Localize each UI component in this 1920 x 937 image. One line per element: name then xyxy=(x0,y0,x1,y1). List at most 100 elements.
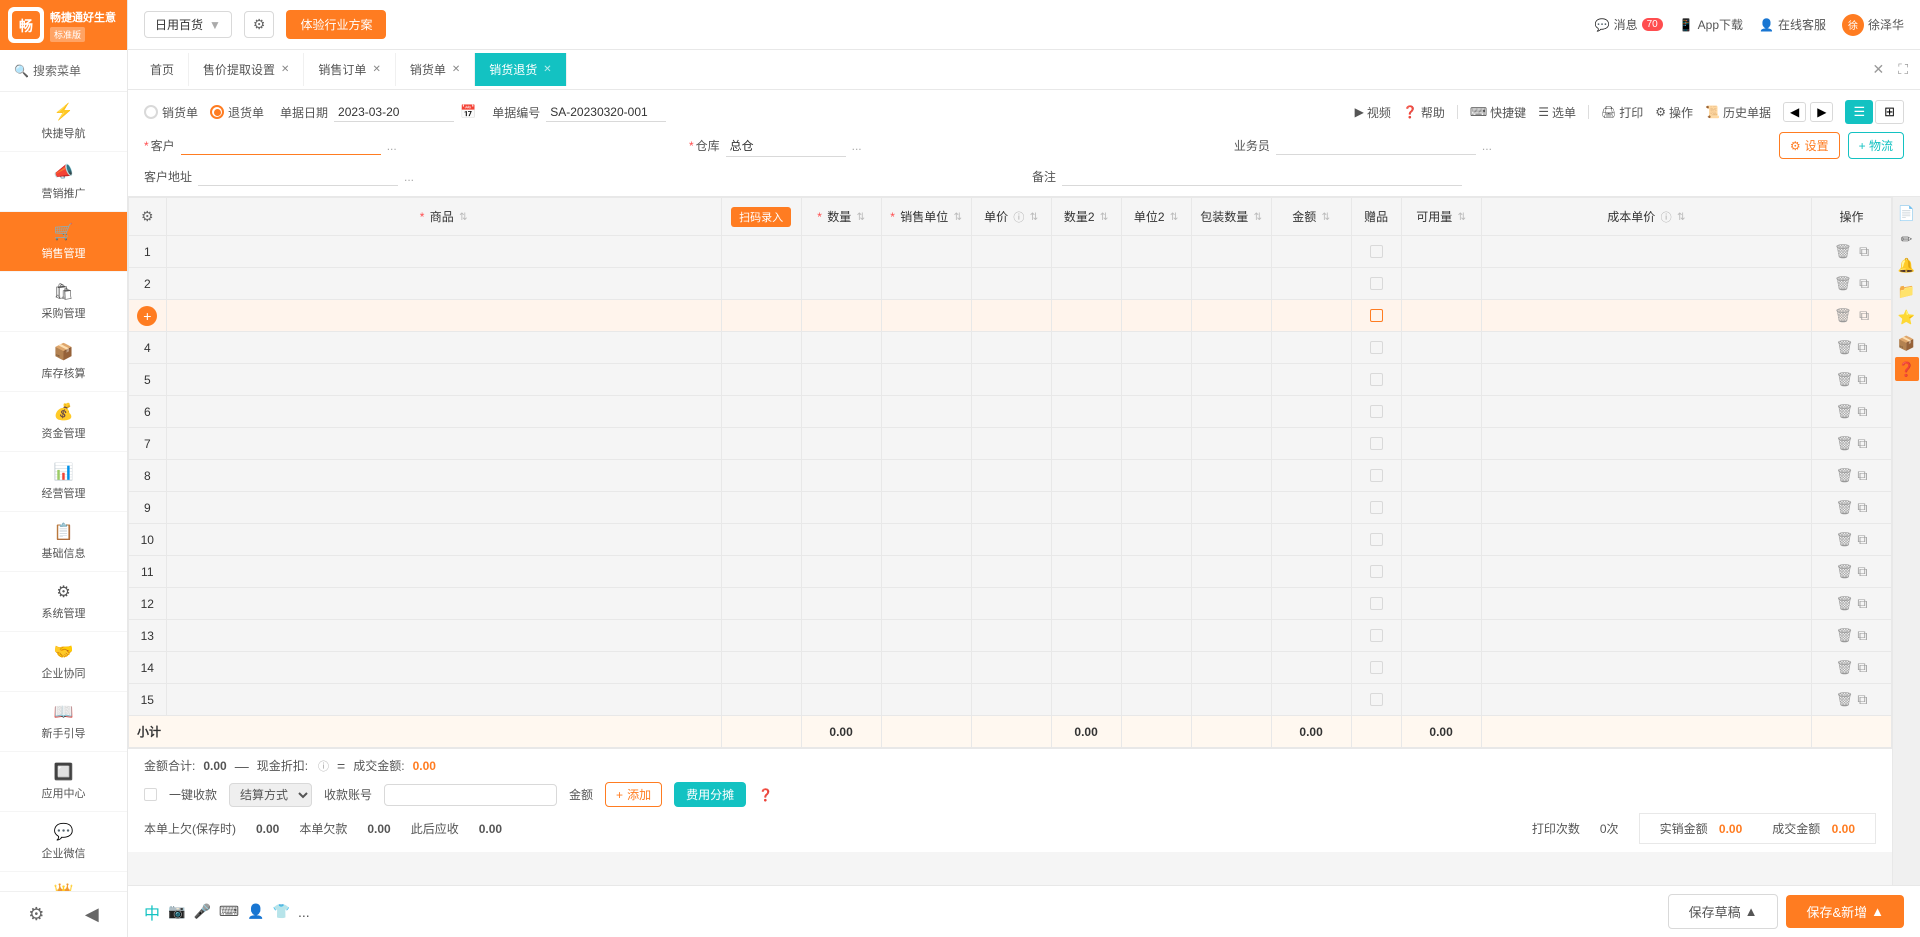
copy-row-button[interactable]: ⧉ xyxy=(1855,401,1869,422)
select-item[interactable]: ☰ 选单 xyxy=(1538,104,1576,121)
sidebar-item-finance[interactable]: 💰 资金管理 xyxy=(0,392,127,452)
gift-checkbox[interactable] xyxy=(1370,277,1383,290)
delete-row-button[interactable]: 🗑 xyxy=(1834,593,1856,614)
sort-avail-icon[interactable]: ⇅ xyxy=(1458,212,1466,223)
gift-checkbox[interactable] xyxy=(1370,533,1383,546)
sidebar-item-guide[interactable]: 📖 新手引导 xyxy=(0,692,127,752)
save-new-button[interactable]: 保存&新增 ▲ xyxy=(1786,895,1904,928)
operate-item[interactable]: ⚙ 操作 xyxy=(1655,104,1693,121)
qty-cell[interactable] xyxy=(801,236,881,268)
text-help[interactable]: ❓ 帮助 xyxy=(1403,104,1445,121)
tab-return[interactable]: 销货退货 ✕ xyxy=(475,53,566,86)
tab-home[interactable]: 首页 xyxy=(136,53,189,86)
right-sidebar-package[interactable]: 📦 xyxy=(1895,331,1919,355)
gift-checkbox[interactable] xyxy=(1370,373,1383,386)
sidebar-item-wechat[interactable]: 💬 企业微信 xyxy=(0,812,127,872)
prev-button[interactable]: ◀ xyxy=(1783,102,1806,122)
unit2-cell[interactable] xyxy=(1121,236,1191,268)
copy-row-button[interactable]: ⧉ xyxy=(1855,689,1869,710)
gift-checkbox[interactable] xyxy=(1370,597,1383,610)
copy-row-button[interactable]: ⧉ xyxy=(1855,337,1869,358)
right-sidebar-edit[interactable]: ✏ xyxy=(1895,227,1919,251)
tab-close-icon[interactable]: ✕ xyxy=(372,64,380,75)
sort-qty2-icon[interactable]: ⇅ xyxy=(1100,212,1108,223)
warehouse-value[interactable]: 总仓 xyxy=(726,135,846,157)
copy-row-button[interactable]: ⧉ xyxy=(1857,305,1871,326)
sidebar-item-quick-nav[interactable]: ⚡ 快捷导航 xyxy=(0,92,127,152)
sort-cost-icon[interactable]: ⇅ xyxy=(1677,212,1685,223)
table-view-button[interactable]: ☰ xyxy=(1845,100,1873,124)
collapse-button[interactable]: ◀ xyxy=(81,900,103,929)
tab-price-settings[interactable]: 售价提取设置 ✕ xyxy=(189,53,304,86)
delete-row-button[interactable]: 🗑 xyxy=(1834,401,1856,422)
grid-view-button[interactable]: ⊞ xyxy=(1875,100,1904,124)
gift-checkbox[interactable] xyxy=(1370,629,1383,642)
gift-checkbox[interactable] xyxy=(1370,437,1383,450)
delete-row-button[interactable]: 🗑 xyxy=(1834,369,1856,390)
salesperson-dots[interactable]: ... xyxy=(1482,139,1492,153)
calendar-icon[interactable]: 📅 xyxy=(460,104,476,120)
gift-checkbox[interactable] xyxy=(1370,501,1383,514)
category-select[interactable]: 日用百货 ▼ xyxy=(144,11,232,38)
close-tab-button[interactable]: ✕ xyxy=(1868,57,1888,82)
sort-unit2-icon[interactable]: ⇅ xyxy=(1170,212,1178,223)
add-payment-button[interactable]: + 添加 xyxy=(605,782,662,807)
gift-checkbox-active[interactable] xyxy=(1370,309,1383,322)
sidebar-item-app-center[interactable]: 🔲 应用中心 xyxy=(0,752,127,812)
notification-item[interactable]: 💬 消息 70 xyxy=(1595,16,1663,33)
delete-row-button[interactable]: 🗑 xyxy=(1834,689,1856,710)
sort-amount-icon[interactable]: ⇅ xyxy=(1322,212,1330,223)
sidebar-item-system[interactable]: ⚙ 系统管理 xyxy=(0,572,127,632)
online-service-item[interactable]: 👤 在线客服 xyxy=(1759,16,1826,33)
customer-input[interactable] xyxy=(181,136,381,155)
price-cell[interactable] xyxy=(971,236,1051,268)
gift-checkbox[interactable] xyxy=(1370,693,1383,706)
topbar-gear-button[interactable]: ⚙ xyxy=(244,11,275,38)
customer-dots[interactable]: ... xyxy=(387,139,397,153)
add-row-button[interactable]: + xyxy=(137,306,157,326)
warehouse-dots[interactable]: ... xyxy=(852,139,862,153)
delete-row-button[interactable]: 🗑 xyxy=(1834,561,1856,582)
col-settings-button[interactable]: ⚙ xyxy=(137,204,158,229)
sidebar-item-vip[interactable]: 👑 畅会员 xyxy=(0,872,127,891)
delete-row-button[interactable]: 🗑 xyxy=(1834,625,1856,646)
search-menu-button[interactable]: 🔍 搜索菜单 xyxy=(8,58,119,83)
tab-sales[interactable]: 销货单 ✕ xyxy=(396,53,475,86)
copy-row-button[interactable]: ⧉ xyxy=(1855,465,1869,486)
delete-row-button[interactable]: 🗑 xyxy=(1832,241,1854,262)
tab-close-icon[interactable]: ✕ xyxy=(543,64,551,75)
sidebar-item-marketing[interactable]: 📣 营销推广 xyxy=(0,152,127,212)
tab-close-icon[interactable]: ✕ xyxy=(452,64,460,75)
gift-checkbox[interactable] xyxy=(1370,341,1383,354)
salesperson-input[interactable] xyxy=(1276,136,1476,155)
qty2-cell[interactable] xyxy=(1051,236,1121,268)
doc-no-value[interactable]: SA-20230320-001 xyxy=(546,103,666,122)
maximize-button[interactable]: ⛶ xyxy=(1894,57,1912,82)
copy-row-button[interactable]: ⧉ xyxy=(1855,433,1869,454)
copy-row-button[interactable]: ⧉ xyxy=(1855,657,1869,678)
video-help[interactable]: ▶ 视频 xyxy=(1355,104,1391,121)
unit-price-info-icon[interactable]: ⓘ xyxy=(1013,212,1024,224)
right-sidebar-notes[interactable]: 📄 xyxy=(1895,201,1919,225)
one-click-pay-checkbox[interactable] xyxy=(144,788,157,801)
cash-discount-info[interactable]: ⓘ xyxy=(318,758,329,774)
gift-checkbox[interactable] xyxy=(1370,469,1383,482)
fee-split-help-icon[interactable]: ❓ xyxy=(758,788,773,802)
right-sidebar-help[interactable]: ❓ xyxy=(1895,357,1919,381)
delete-row-button[interactable]: 🗑 xyxy=(1832,305,1854,326)
shortcut-item[interactable]: ⌨ 快捷键 xyxy=(1470,104,1526,121)
tab-close-icon[interactable]: ✕ xyxy=(281,64,289,75)
copy-row-button[interactable]: ⧉ xyxy=(1857,273,1871,294)
doc-date-value[interactable]: 2023-03-20 xyxy=(334,103,454,122)
settlement-method-select[interactable]: 结算方式 xyxy=(229,783,312,807)
product-cell[interactable] xyxy=(166,236,721,268)
add-logistics-button[interactable]: + 物流 xyxy=(1848,132,1904,159)
print-item[interactable]: 🖨 打印 xyxy=(1601,104,1643,121)
gift-checkbox[interactable] xyxy=(1370,565,1383,578)
unit-cell[interactable] xyxy=(881,236,971,268)
fee-split-button[interactable]: 费用分摊 xyxy=(674,782,746,807)
delete-row-button[interactable]: 🗑 xyxy=(1834,433,1856,454)
radio-sales[interactable]: 销货单 xyxy=(144,104,198,121)
sidebar-item-operations[interactable]: 📊 经营管理 xyxy=(0,452,127,512)
account-input[interactable] xyxy=(384,784,557,806)
